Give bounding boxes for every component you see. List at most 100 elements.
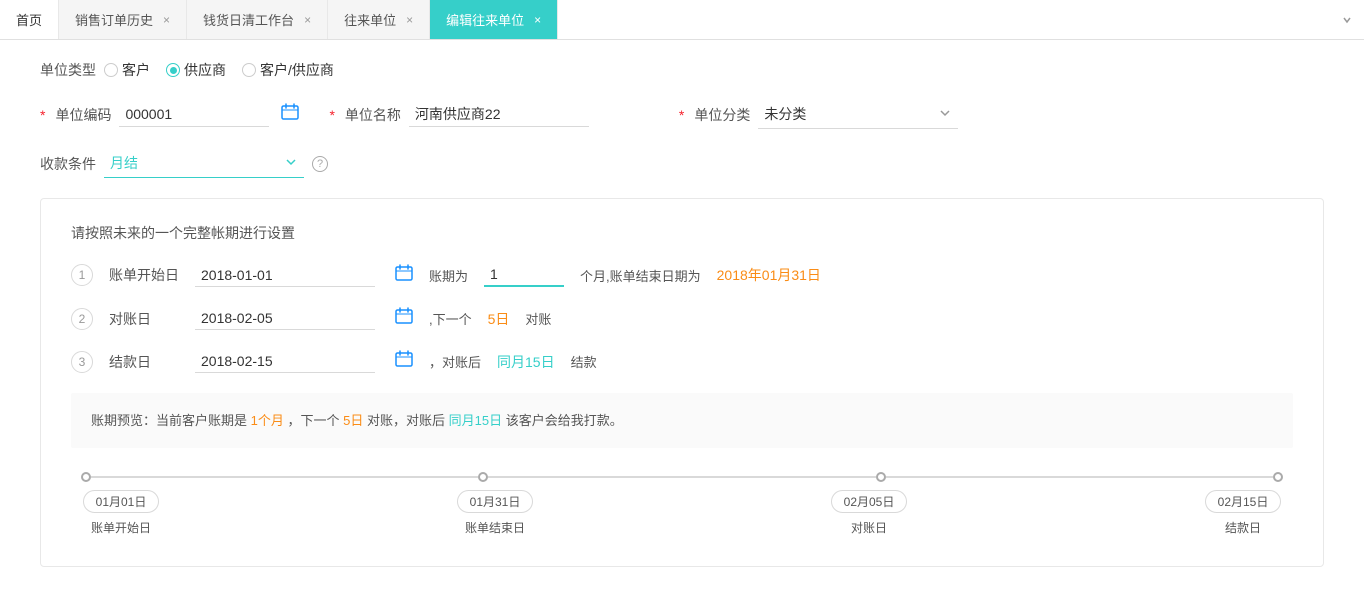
radio-both[interactable]: 客户/供应商 — [242, 60, 334, 80]
tl-badge-3: 02月05日 — [831, 490, 908, 513]
tl-node-1: 01月01日 账单开始日 — [81, 490, 161, 536]
unit-name-input[interactable] — [409, 102, 589, 127]
tab-sales-history[interactable]: 销售订单历史 × — [59, 0, 187, 39]
payment-value: 月结 — [110, 153, 280, 173]
tab-edit-partner-close[interactable]: × — [534, 14, 541, 26]
preview-highlight2: 5日 — [343, 413, 363, 428]
timeline-labels: 01月01日 账单开始日 01月31日 账单结束日 02月05日 对账日 02月… — [81, 490, 1283, 536]
preview-prefix: 账期预览：当前客户账期是 — [91, 413, 247, 428]
step-2-row: 2 对账日 ,下一个 5日 对账 — [71, 307, 1293, 330]
unit-type-label: 单位类型 — [40, 60, 96, 80]
step-2-desc-highlight: 5日 — [488, 309, 510, 329]
step-3-date-input[interactable] — [195, 350, 375, 373]
step-1-label: 账单开始日 — [109, 265, 179, 285]
unit-name-group: * 单位名称 — [329, 102, 588, 127]
radio-supplier-circle — [166, 63, 180, 77]
tab-partner[interactable]: 往来单位 × — [328, 0, 430, 39]
step-2-cal-icon[interactable] — [395, 307, 413, 330]
step-3-desc-highlight: 同月15日 — [497, 352, 555, 372]
payment-help-icon[interactable]: ? — [312, 156, 328, 172]
preview-middle1: ，下一个 — [288, 413, 340, 428]
step-1-number: 1 — [71, 264, 93, 286]
step-1-period-label: 账期为 — [429, 266, 468, 285]
unit-name-label: 单位名称 — [345, 105, 401, 125]
step-3-desc-suffix: 结款 — [571, 352, 597, 371]
tl-badge-2: 01月31日 — [457, 490, 534, 513]
preview-suffix: 该客户会给我打款。 — [506, 413, 623, 428]
payment-select[interactable]: 月结 — [104, 149, 304, 178]
unit-code-label: 单位编码 — [55, 105, 111, 125]
tab-home[interactable]: 首页 — [0, 0, 59, 39]
tl-sublabel-2: 账单结束日 — [465, 519, 525, 536]
preview-section: 账期预览：当前客户账期是 1个月 ，下一个 5日 对账，对账后 同月15日 该客… — [71, 393, 1293, 448]
radio-both-circle — [242, 63, 256, 77]
unit-code-input[interactable] — [119, 102, 269, 127]
step-2-number: 2 — [71, 308, 93, 330]
tl-node-2: 01月31日 账单结束日 — [455, 490, 535, 536]
radio-supplier[interactable]: 供应商 — [166, 60, 226, 80]
unit-category-group: * 单位分类 未分类 — [679, 100, 958, 129]
step-2-desc-suffix: 对账 — [525, 309, 551, 328]
tab-sales-history-label: 销售订单历史 — [75, 10, 153, 29]
preview-highlight1: 1个月 — [251, 413, 284, 428]
radio-customer-label: 客户 — [122, 60, 150, 80]
tl-sublabel-1: 账单开始日 — [91, 519, 151, 536]
preview-highlight3: 同月15日 — [449, 413, 502, 428]
step-3-label: 结款日 — [109, 352, 179, 372]
card-title: 请按照未来的一个完整帐期进行设置 — [71, 223, 1293, 243]
tab-more-arrow[interactable] — [1330, 0, 1364, 39]
payment-arrow — [284, 155, 298, 172]
radio-customer-circle — [104, 63, 118, 77]
tab-cash-work-close[interactable]: × — [304, 14, 311, 26]
unit-category-select[interactable]: 未分类 — [758, 100, 958, 129]
tab-cash-work-label: 钱货日清工作台 — [203, 10, 294, 29]
radio-supplier-label: 供应商 — [184, 60, 226, 80]
unit-code-icon[interactable] — [281, 103, 299, 126]
tl-line-3 — [886, 476, 1273, 478]
tl-dot-1 — [81, 472, 91, 482]
step-2-desc-prefix: ,下一个 — [429, 309, 472, 328]
unit-type-group: 单位类型 客户 供应商 客户/供应商 — [40, 60, 334, 80]
payment-row: 收款条件 月结 ? — [40, 149, 1324, 178]
unit-category-value: 未分类 — [764, 104, 934, 124]
tab-partner-close[interactable]: × — [406, 14, 413, 26]
tl-node-3: 02月05日 对账日 — [829, 490, 909, 536]
radio-customer[interactable]: 客户 — [104, 60, 150, 80]
tl-line-2 — [488, 476, 875, 478]
preview-middle2: 对账，对账后 — [367, 413, 445, 428]
tab-home-label: 首页 — [16, 10, 42, 29]
tab-edit-partner[interactable]: 编辑往来单位 × — [430, 0, 558, 39]
tab-bar: 首页 销售订单历史 × 钱货日清工作台 × 往来单位 × 编辑往来单位 × — [0, 0, 1364, 40]
step-1-row: 1 账单开始日 账期为 个月,账单结束日期为 2018年01月31日 — [71, 263, 1293, 287]
step-1-cal-icon[interactable] — [395, 264, 413, 287]
tab-partner-label: 往来单位 — [344, 10, 396, 29]
unit-name-star: * — [329, 107, 334, 123]
tab-sales-history-close[interactable]: × — [163, 14, 170, 26]
unit-code-star: * — [40, 107, 45, 123]
tab-edit-partner-label: 编辑往来单位 — [446, 10, 524, 29]
step-1-period-highlight: 2018年01月31日 — [717, 265, 821, 285]
step-1-period-unit: 个月,账单结束日期为 — [580, 266, 701, 285]
tl-dot-2 — [478, 472, 488, 482]
step-3-cal-icon[interactable] — [395, 350, 413, 373]
unit-info-row: * 单位编码 * 单位名称 * 单位分类 未分类 — [40, 100, 1324, 129]
tab-cash-work[interactable]: 钱货日清工作台 × — [187, 0, 328, 39]
tl-sublabel-3: 对账日 — [851, 519, 887, 536]
payment-group: 收款条件 月结 ? — [40, 149, 328, 178]
tl-badge-1: 01月01日 — [83, 490, 160, 513]
step-2-date-input[interactable] — [195, 307, 375, 330]
tl-sublabel-4: 结款日 — [1225, 519, 1261, 536]
unit-code-group: * 单位编码 — [40, 102, 299, 127]
unit-category-label: 单位分类 — [694, 105, 750, 125]
step-2-label: 对账日 — [109, 309, 179, 329]
tl-dot-4 — [1273, 472, 1283, 482]
inner-card: 请按照未来的一个完整帐期进行设置 1 账单开始日 账期为 个月,账单结束日期为 … — [40, 198, 1324, 567]
tl-line-1 — [91, 476, 478, 478]
step-3-number: 3 — [71, 351, 93, 373]
tl-dot-3 — [876, 472, 886, 482]
step-1-period-input[interactable] — [484, 263, 564, 287]
timeline-wrapper: 01月01日 账单开始日 01月31日 账单结束日 02月05日 对账日 02月… — [71, 472, 1293, 536]
step-1-date-input[interactable] — [195, 264, 375, 287]
step-3-desc-prefix: ，对账后 — [429, 352, 481, 371]
tl-badge-4: 02月15日 — [1205, 490, 1282, 513]
